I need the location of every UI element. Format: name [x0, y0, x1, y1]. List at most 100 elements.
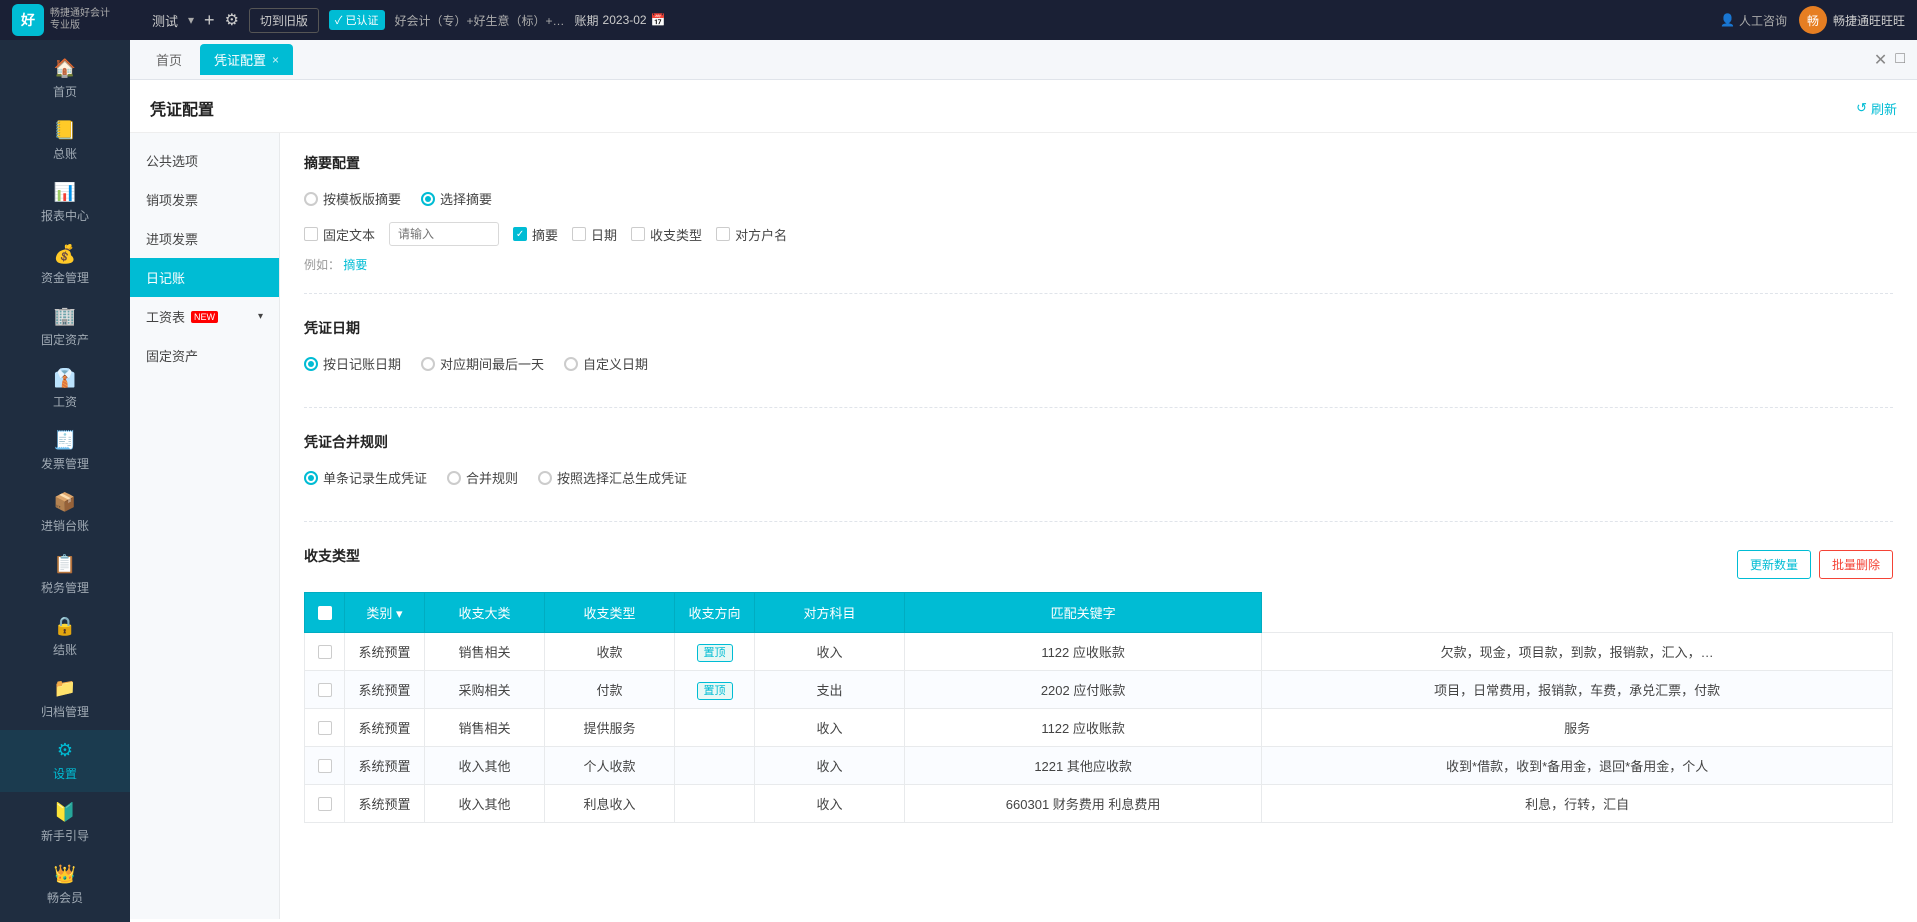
- sidebar-item-tax[interactable]: 📋 税务管理: [0, 544, 130, 606]
- tax-icon: 📋: [54, 554, 76, 575]
- tab-bar-actions: ✕ □: [1874, 50, 1905, 70]
- topbar: 好 畅捷通好会计 专业版 测试 ▾ + ⚙ 切到旧版 ✓ 已认证 好会计（专）+…: [0, 0, 1917, 40]
- date-section-title: 凭证日期: [304, 318, 1893, 338]
- inner-sidebar-payroll[interactable]: 工资表 NEW ▾: [130, 297, 279, 336]
- row-subject-4: 1221 其他应收款: [905, 747, 1262, 785]
- row-keywords-5: 利息，行转，汇自: [1262, 785, 1893, 823]
- th-subject: 对方科目: [755, 593, 905, 633]
- settings-main: 摘要配置 按模板版摘要 选择摘要: [280, 133, 1917, 919]
- user-menu[interactable]: 畅 畅捷通旺旺旺: [1799, 6, 1905, 34]
- add-icon[interactable]: +: [204, 10, 215, 31]
- top-tag-1[interactable]: 置顶: [697, 644, 733, 662]
- checkbox-fixed-text[interactable]: 固定文本: [304, 225, 375, 244]
- checkbox-date[interactable]: 日期: [572, 225, 617, 244]
- example-text: 例如： 摘要: [304, 256, 1893, 273]
- refresh-button[interactable]: ↺ 刷新: [1856, 99, 1897, 118]
- date-radio-custom[interactable]: 自定义日期: [564, 354, 648, 373]
- inner-sidebar-purchase-inv[interactable]: 进项发票: [130, 219, 279, 258]
- avatar: 畅: [1799, 6, 1827, 34]
- table-row: 系统预置 销售相关 收款 置顶 收入 1122 应收账款 欠款，现金，项目款，到…: [305, 633, 1893, 671]
- window-maximize-icon[interactable]: □: [1895, 50, 1905, 70]
- row-checkbox-2[interactable]: [305, 671, 345, 709]
- sidebar-item-purchase[interactable]: 📦 进销台账: [0, 482, 130, 544]
- tab-home[interactable]: 首页: [142, 44, 196, 75]
- support-button[interactable]: 👤 人工咨询: [1720, 12, 1787, 29]
- fixed-text-checkbox: [304, 227, 318, 241]
- tab-bar: 首页 凭证配置 × ✕ □: [130, 40, 1917, 80]
- radio-merge-circle: [447, 471, 461, 485]
- th-type: 收支类型: [545, 593, 675, 633]
- new-badge: NEW: [191, 311, 218, 323]
- logo-text: 畅捷通好会计 专业版: [50, 8, 110, 32]
- reports-icon: 📊: [54, 182, 76, 203]
- date-radio-group: 按日记账日期 对应期间最后一天 自定义日期: [304, 354, 1893, 373]
- sidebar-item-salary[interactable]: 👔 工资: [0, 358, 130, 420]
- tab-close-icon[interactable]: ×: [272, 53, 279, 67]
- sidebar-item-guide[interactable]: 🔰 新手引导: [0, 792, 130, 854]
- calendar-icon[interactable]: 📅: [651, 13, 666, 27]
- fixed-text-input[interactable]: [389, 222, 499, 246]
- row-checkbox-3[interactable]: [305, 709, 345, 747]
- top-tag-2[interactable]: 置顶: [697, 682, 733, 700]
- batch-delete-button[interactable]: 批量删除: [1819, 550, 1893, 579]
- page-title: 凭证配置: [150, 96, 214, 120]
- topbar-settings-icon[interactable]: ⚙: [225, 10, 239, 30]
- inner-sidebar-public[interactable]: 公共选项: [130, 141, 279, 180]
- date-radio-journal[interactable]: 按日记账日期: [304, 354, 401, 373]
- window-close-icon[interactable]: ✕: [1874, 50, 1887, 70]
- checkbox-type[interactable]: 收支类型: [631, 225, 702, 244]
- row-category-4: 系统预置: [345, 747, 425, 785]
- company-dropdown-icon[interactable]: ▾: [188, 13, 194, 27]
- date-radio-period-last[interactable]: 对应期间最后一天: [421, 354, 544, 373]
- sidebar-item-ledger[interactable]: 📒 总账: [0, 110, 130, 172]
- income-table: ☑ 类别 ▾ 收支大类 收支类型: [304, 592, 1893, 823]
- row-checkbox-1[interactable]: [305, 633, 345, 671]
- account-info: 好会计（专）+好生意（标）+…: [395, 12, 565, 29]
- content-area: 首页 凭证配置 × ✕ □ 凭证配置 ↺ 刷新: [130, 40, 1917, 922]
- tab-voucher-config[interactable]: 凭证配置 ×: [200, 44, 293, 75]
- checkbox-counterpart[interactable]: 对方户名: [716, 225, 787, 244]
- sidebar-item-settings[interactable]: ⚙ 设置: [0, 730, 130, 792]
- row-keywords-1: 欠款，现金，项目款，到款，报销款，汇入，…: [1262, 633, 1893, 671]
- inner-sidebar-fixed-assets[interactable]: 固定资产: [130, 336, 279, 375]
- row-keywords-2: 项目，日常费用，报销款，车费，承兑汇票，付款: [1262, 671, 1893, 709]
- sidebar-item-close[interactable]: 🔒 结账: [0, 606, 130, 668]
- merge-radio-summary[interactable]: 按照选择汇总生成凭证: [538, 468, 687, 487]
- row-type-1: 收款: [545, 633, 675, 671]
- row-bigtype-2: 采购相关: [425, 671, 545, 709]
- counterpart-checkbox: [716, 227, 730, 241]
- row-category-5: 系统预置: [345, 785, 425, 823]
- sidebar-item-invoice[interactable]: 🧾 发票管理: [0, 420, 130, 482]
- guide-icon: 🔰: [54, 802, 76, 823]
- sidebar-item-archive[interactable]: 📁 归档管理: [0, 668, 130, 730]
- app-logo: 好 畅捷通好会计 专业版: [12, 4, 142, 36]
- summary-radio-select[interactable]: 选择摘要: [421, 189, 492, 208]
- table-row: 系统预置 采购相关 付款 置顶 支出 2202 应付账款 项目，日常费用，报销款…: [305, 671, 1893, 709]
- merge-radio-single[interactable]: 单条记录生成凭证: [304, 468, 427, 487]
- table-row: 系统预置 销售相关 提供服务 收入 1122 应收账款 服务: [305, 709, 1893, 747]
- row-tag-1: 置顶: [675, 633, 755, 671]
- row-subject-5: 660301 财务费用 利息费用: [905, 785, 1262, 823]
- merge-radio-group: 单条记录生成凭证 合并规则 按照选择汇总生成凭证: [304, 468, 1893, 487]
- update-count-button[interactable]: 更新数量: [1737, 550, 1811, 579]
- close-period-icon: 🔒: [54, 616, 76, 637]
- switch-version-button[interactable]: 切到旧版: [249, 8, 319, 33]
- ledger-icon: 📒: [54, 120, 76, 141]
- row-type-3: 提供服务: [545, 709, 675, 747]
- row-checkbox-4[interactable]: [305, 747, 345, 785]
- member-icon: 👑: [54, 864, 76, 885]
- sidebar-item-funds[interactable]: 💰 资金管理: [0, 234, 130, 296]
- inner-sidebar-journal[interactable]: 日记账: [130, 258, 279, 297]
- sidebar-item-assets[interactable]: 🏢 固定资产: [0, 296, 130, 358]
- chevron-down-icon: ▾: [258, 311, 263, 322]
- sidebar-item-reports[interactable]: 📊 报表中心: [0, 172, 130, 234]
- inner-sidebar-sales[interactable]: 销项发票: [130, 180, 279, 219]
- row-checkbox-5[interactable]: [305, 785, 345, 823]
- merge-radio-merge[interactable]: 合并规则: [447, 468, 518, 487]
- select-all-checkbox[interactable]: ☑: [318, 606, 332, 620]
- checkbox-summary[interactable]: ✓ 摘要: [513, 225, 558, 244]
- sidebar-item-home[interactable]: 🏠 首页: [0, 48, 130, 110]
- summary-radio-template[interactable]: 按模板版摘要: [304, 189, 401, 208]
- period-info: 账期 2023-02 📅: [575, 12, 666, 29]
- sidebar-item-member[interactable]: 👑 畅会员: [0, 854, 130, 916]
